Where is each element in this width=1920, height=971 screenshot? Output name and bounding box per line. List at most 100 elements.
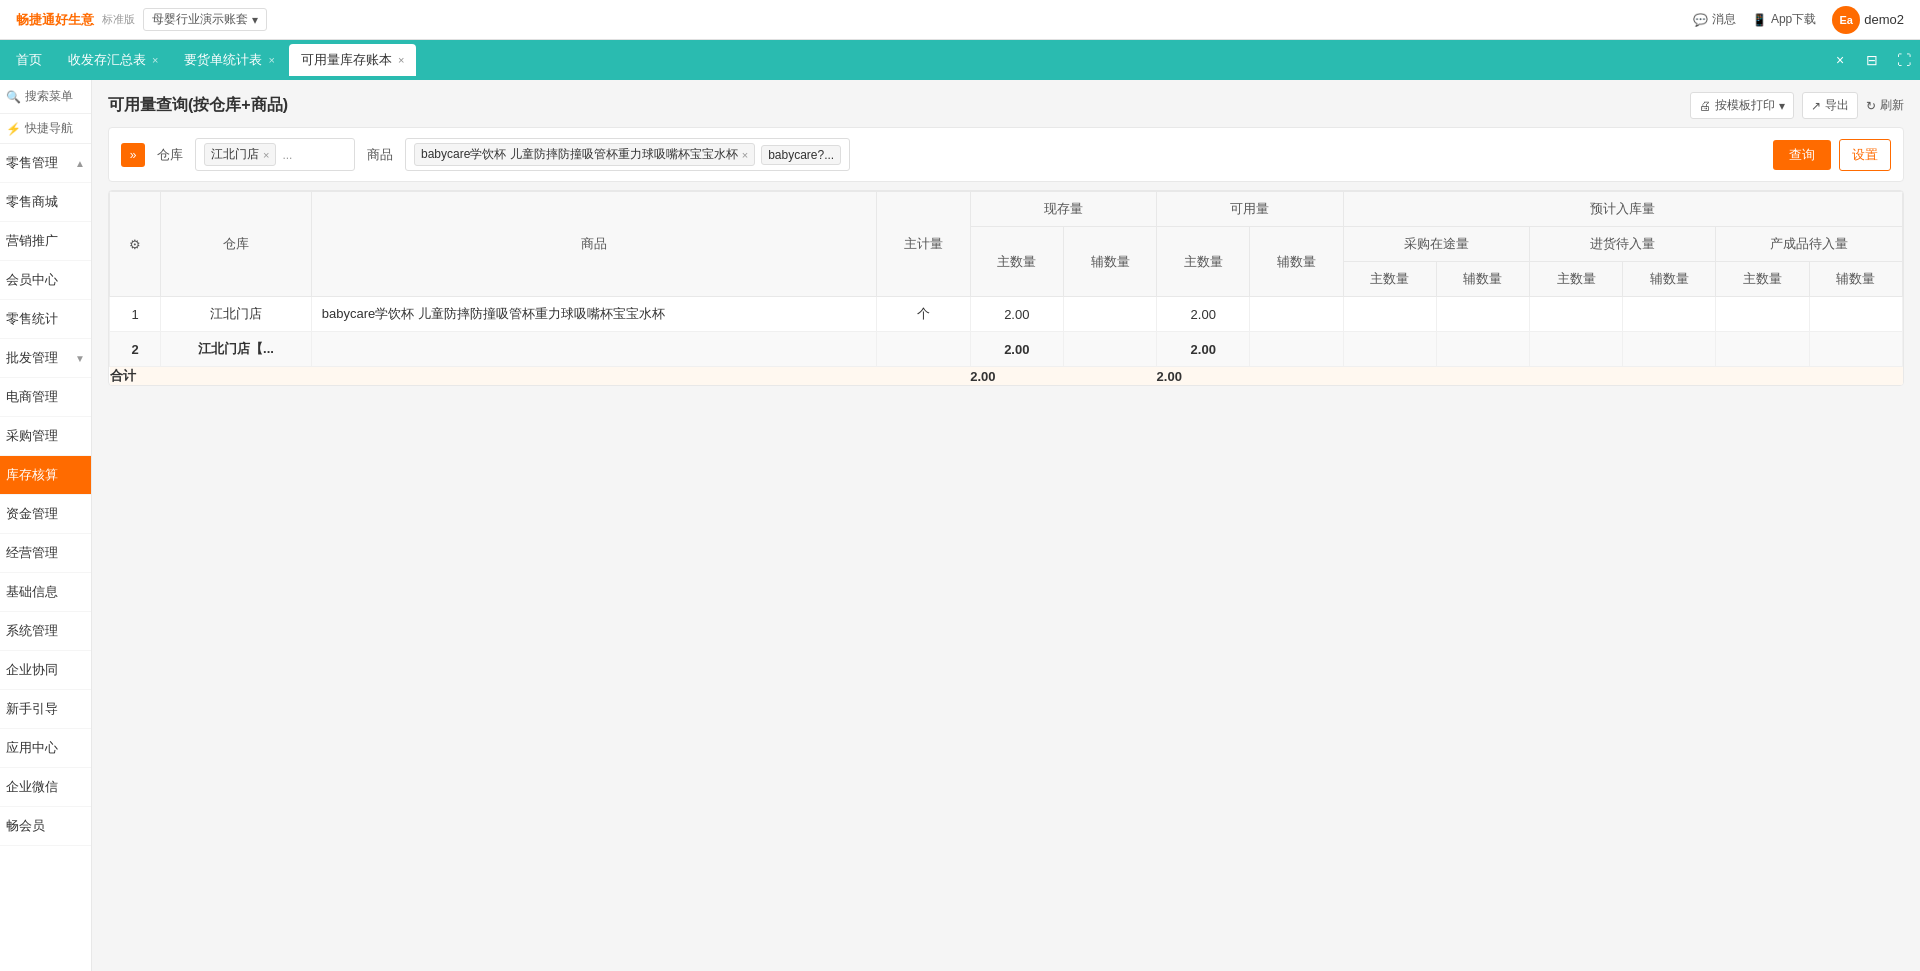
industry-label: 母婴行业演示账套 bbox=[152, 11, 248, 28]
col-unit-header: 主计量 bbox=[877, 192, 970, 297]
message-icon: 💬 bbox=[1693, 13, 1708, 27]
print-button[interactable]: 🖨 按模板打印 ▾ bbox=[1690, 92, 1794, 119]
col-purchase-transit-group-header: 采购在途量 bbox=[1343, 227, 1529, 262]
sidebar-item-newbie[interactable]: 新手引导 bbox=[0, 690, 91, 729]
page-title: 可用量查询(按仓库+商品) bbox=[108, 95, 288, 116]
username: demo2 bbox=[1864, 12, 1904, 27]
footer-purchase-aux bbox=[1436, 367, 1529, 386]
warehouse-more[interactable]: ... bbox=[282, 148, 292, 162]
col-incoming-aux-header: 辅数量 bbox=[1623, 262, 1716, 297]
sidebar-item-member[interactable]: 会员中心 bbox=[0, 261, 91, 300]
tab-receive[interactable]: 收发存汇总表 × bbox=[56, 44, 170, 76]
sidebar-item-finance[interactable]: 资金管理 bbox=[0, 495, 91, 534]
refresh-button[interactable]: ↻ 刷新 bbox=[1866, 97, 1904, 114]
product-tag-1-close[interactable]: × bbox=[742, 149, 748, 161]
export-label: 导出 bbox=[1825, 97, 1849, 114]
sidebar-item-vip[interactable]: 畅会员 bbox=[0, 807, 91, 846]
sidebar-item-retail-mgmt[interactable]: 零售管理 ▲ bbox=[0, 144, 91, 183]
sidebar-item-operations[interactable]: 经营管理 bbox=[0, 534, 91, 573]
top-bar: 畅捷通好生意 标准版 母婴行业演示账套 ▾ 💬 消息 📱 App下载 Ea de… bbox=[0, 0, 1920, 40]
sidebar-item-inventory[interactable]: 库存核算 bbox=[0, 456, 91, 495]
row-1-unit: 个 bbox=[877, 297, 970, 332]
footer-label: 合计 bbox=[110, 367, 971, 386]
sidebar-item-basic[interactable]: 基础信息 bbox=[0, 573, 91, 612]
sidebar-item-system[interactable]: 系统管理 bbox=[0, 612, 91, 651]
filter-toggle-button[interactable]: » bbox=[121, 143, 145, 167]
retail-stats-label: 零售统计 bbox=[6, 310, 58, 328]
minimize-button[interactable]: ⊟ bbox=[1860, 48, 1884, 72]
page-actions: 🖨 按模板打印 ▾ ↗ 导出 ↻ 刷新 bbox=[1690, 92, 1904, 119]
chevron-down-icon: ▾ bbox=[252, 13, 258, 27]
logo-text: 畅捷通好生意 bbox=[16, 11, 94, 29]
appstore-label: 应用中心 bbox=[6, 739, 58, 757]
purchase-label: 采购管理 bbox=[6, 427, 58, 445]
col-product-header: 商品 bbox=[311, 192, 877, 297]
warehouse-tag-close[interactable]: × bbox=[263, 149, 269, 161]
row-1-purchase-aux bbox=[1436, 297, 1529, 332]
refresh-icon: ↻ bbox=[1866, 99, 1876, 113]
sidebar-item-enterprise[interactable]: 企业协同 bbox=[0, 651, 91, 690]
table-row: 1 江北门店 babycare学饮杯 儿童防摔防撞吸管杯重力球吸嘴杯宝宝水杯 个… bbox=[110, 297, 1903, 332]
warehouse-input[interactable]: 江北门店 × ... bbox=[195, 138, 355, 171]
col-purchase-main-header: 主数量 bbox=[1343, 262, 1436, 297]
sidebar-search[interactable]: 🔍 搜索菜单 bbox=[0, 80, 91, 114]
chevron-icon: ▲ bbox=[75, 158, 85, 169]
sidebar-item-retail-mall[interactable]: 零售商城 bbox=[0, 183, 91, 222]
table-row: 2 江北门店【... 2.00 2.00 bbox=[110, 332, 1903, 367]
sidebar-item-retail-stats[interactable]: 零售统计 bbox=[0, 300, 91, 339]
close-window-button[interactable]: × bbox=[1828, 48, 1852, 72]
product-input[interactable]: babycare学饮杯 儿童防摔防撞吸管杯重力球吸嘴杯宝宝水杯 × babyca… bbox=[405, 138, 850, 171]
maximize-button[interactable]: ⛶ bbox=[1892, 48, 1916, 72]
chevron-icon-2: ▼ bbox=[75, 353, 85, 364]
sidebar-quicknav[interactable]: ⚡ 快捷导航 bbox=[0, 114, 91, 144]
col-available-main-header: 主数量 bbox=[1157, 227, 1250, 297]
col-production-group-header: 产成品待入量 bbox=[1716, 227, 1903, 262]
tab-available-close[interactable]: × bbox=[398, 54, 404, 66]
col-settings-header[interactable]: ⚙ bbox=[110, 192, 161, 297]
sidebar-item-marketing[interactable]: 营销推广 bbox=[0, 222, 91, 261]
download-icon: 📱 bbox=[1752, 13, 1767, 27]
sidebar-item-appstore[interactable]: 应用中心 bbox=[0, 729, 91, 768]
settings-icon[interactable]: ⚙ bbox=[129, 237, 141, 252]
download-label: App下载 bbox=[1771, 11, 1816, 28]
sidebar-item-wholesale-mgmt[interactable]: 批发管理 ▼ bbox=[0, 339, 91, 378]
row-2-current-aux bbox=[1063, 332, 1156, 367]
sidebar-item-ecommerce[interactable]: 电商管理 bbox=[0, 378, 91, 417]
footer-available-main: 2.00 bbox=[1157, 367, 1250, 386]
basic-label: 基础信息 bbox=[6, 583, 58, 601]
tab-home[interactable]: 首页 bbox=[4, 44, 54, 76]
row-1-production-main bbox=[1716, 297, 1809, 332]
query-button[interactable]: 查询 bbox=[1773, 140, 1831, 170]
refresh-label: 刷新 bbox=[1880, 97, 1904, 114]
warehouse-label: 仓库 bbox=[157, 146, 183, 164]
top-bar-right: 💬 消息 📱 App下载 Ea demo2 bbox=[1693, 6, 1904, 34]
settings-button[interactable]: 设置 bbox=[1839, 139, 1891, 171]
footer-incoming-main bbox=[1529, 367, 1622, 386]
tab-bar-actions: × ⊟ ⛶ bbox=[1828, 48, 1916, 72]
tab-order-close[interactable]: × bbox=[268, 54, 274, 66]
page-header: 可用量查询(按仓库+商品) 🖨 按模板打印 ▾ ↗ 导出 ↻ 刷新 bbox=[92, 80, 1920, 127]
row-1-incoming-main bbox=[1529, 297, 1622, 332]
row-2-incoming-aux bbox=[1623, 332, 1716, 367]
export-button[interactable]: ↗ 导出 bbox=[1802, 92, 1858, 119]
tab-available[interactable]: 可用量库存账本 × bbox=[289, 44, 416, 76]
row-2-production-aux bbox=[1809, 332, 1902, 367]
user-profile[interactable]: Ea demo2 bbox=[1832, 6, 1904, 34]
row-2-incoming-main bbox=[1529, 332, 1622, 367]
tab-available-label: 可用量库存账本 bbox=[301, 51, 392, 69]
row-1-product: babycare学饮杯 儿童防摔防撞吸管杯重力球吸嘴杯宝宝水杯 bbox=[311, 297, 877, 332]
app-download-button[interactable]: 📱 App下载 bbox=[1752, 11, 1816, 28]
tab-receive-close[interactable]: × bbox=[152, 54, 158, 66]
col-incoming-group-header: 进货待入量 bbox=[1529, 227, 1715, 262]
row-2-purchase-aux bbox=[1436, 332, 1529, 367]
sidebar-item-wechat[interactable]: 企业微信 bbox=[0, 768, 91, 807]
print-icon: 🖨 bbox=[1699, 99, 1711, 113]
tab-order[interactable]: 要货单统计表 × bbox=[172, 44, 286, 76]
industry-selector[interactable]: 母婴行业演示账套 ▾ bbox=[143, 8, 267, 31]
col-incoming-main-header: 主数量 bbox=[1529, 262, 1622, 297]
search-icon: 🔍 bbox=[6, 90, 21, 104]
sidebar-item-purchase[interactable]: 采购管理 bbox=[0, 417, 91, 456]
avatar: Ea bbox=[1832, 6, 1860, 34]
message-button[interactable]: 💬 消息 bbox=[1693, 11, 1736, 28]
footer-current-aux bbox=[1063, 367, 1156, 386]
